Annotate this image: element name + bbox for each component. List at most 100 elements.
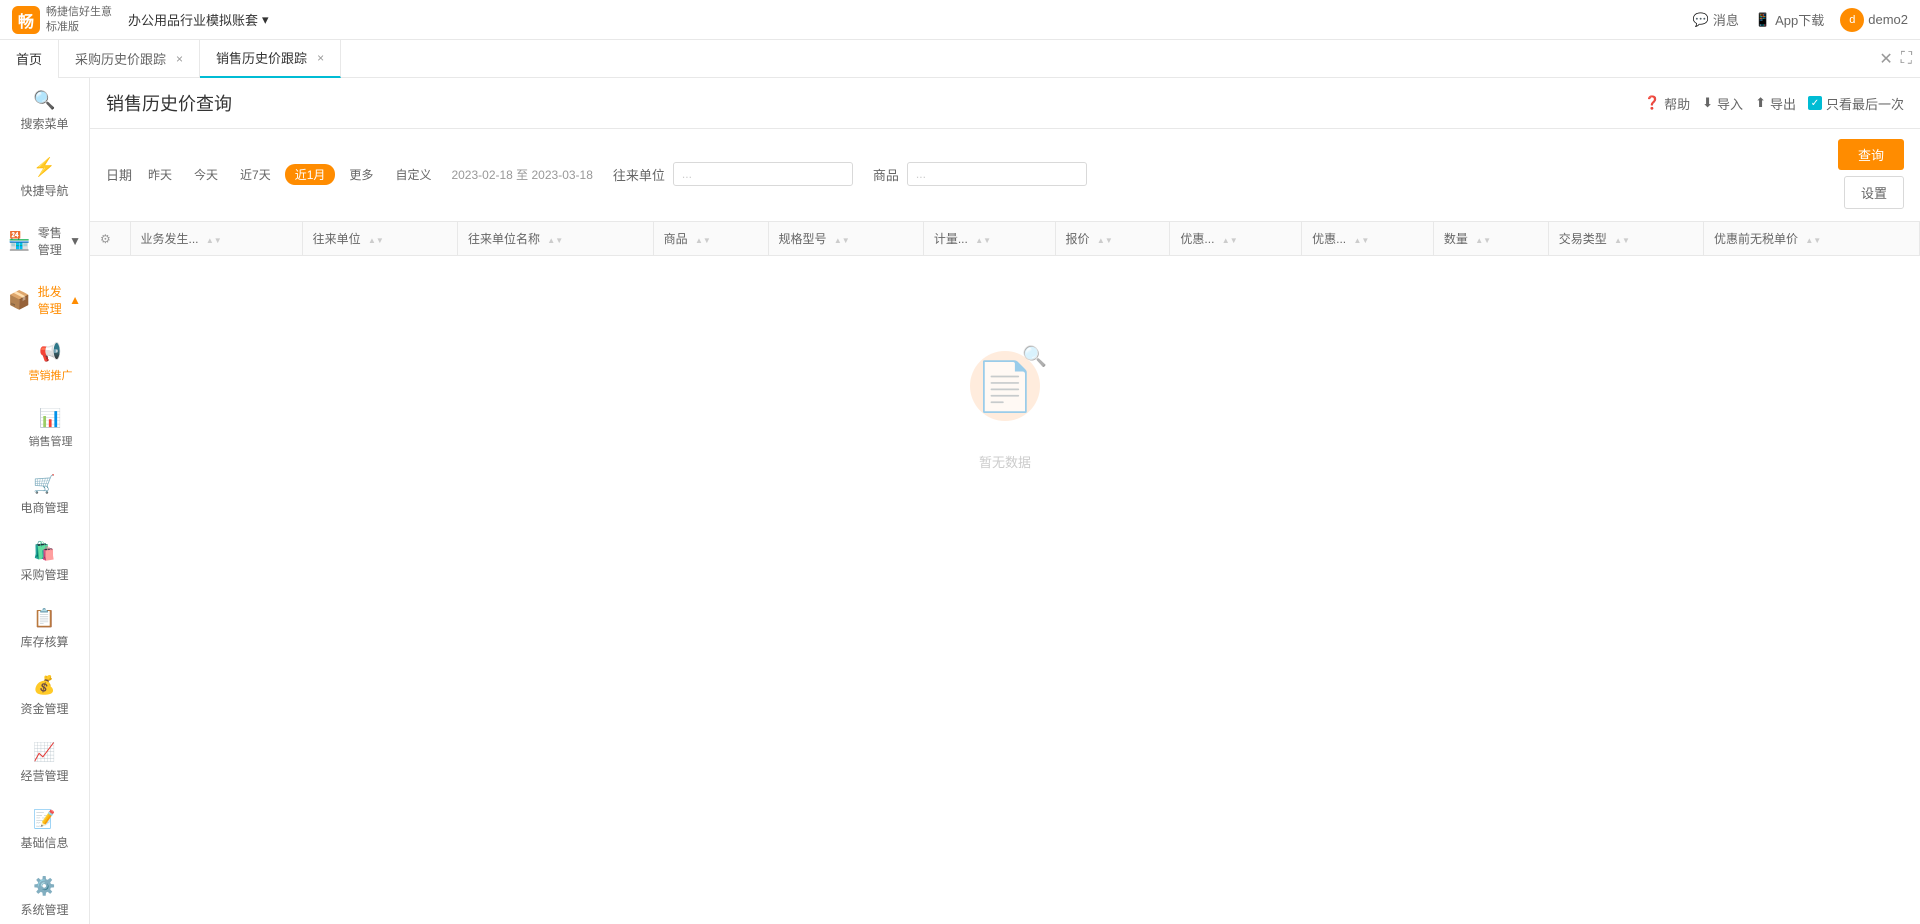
logo-area: 畅 畅捷信好生意 标准版: [12, 5, 112, 34]
col-goods[interactable]: 商品 ▲▼: [653, 222, 768, 256]
tab-home[interactable]: 首页: [0, 40, 59, 78]
close-sales-tab-btn[interactable]: ×: [317, 51, 324, 65]
sort-arrows-trade-type: ▲▼: [1614, 237, 1630, 245]
tab-bar-controls: ✕ ⛶: [1879, 49, 1920, 69]
close-purchase-tab-btn[interactable]: ×: [176, 52, 183, 66]
sidebar-item-inventory[interactable]: 📋 库存核算: [0, 596, 89, 663]
sidebar: 🔍 搜索菜单 ⚡ 快捷导航 🏪 零售管理 ▼ 📦 批发管理 ▲ 📢 营销推广 📊…: [0, 78, 90, 924]
page-title-row: 销售历史价查询 ❓ 帮助 ⬇ 导入 ⬆ 导出 ✓: [106, 90, 1904, 116]
tab-bar: 首页 采购历史价跟踪 × 销售历史价跟踪 × ✕ ⛶: [0, 40, 1920, 78]
only-last-checkbox-group: ✓ 只看最后一次: [1808, 94, 1904, 113]
sidebar-item-quick-nav[interactable]: ⚡ 快捷导航: [0, 145, 89, 212]
goods-label: 商品: [873, 165, 899, 184]
col-settings: ⚙: [90, 222, 130, 256]
expand-tab-btn[interactable]: ⛶: [1901, 50, 1912, 68]
sort-arrows-client-code: ▲▼: [368, 237, 384, 245]
user-menu[interactable]: d demo2: [1840, 8, 1908, 32]
table-wrapper: ⚙ 业务发生... ▲▼ 往来单位 ▲▼ 往来单位名称 ▲▼: [90, 222, 1920, 924]
table-header: ⚙ 业务发生... ▲▼ 往来单位 ▲▼ 往来单位名称 ▲▼: [90, 222, 1920, 256]
empty-text: 暂无数据: [979, 452, 1031, 471]
sort-arrows-unit: ▲▼: [975, 237, 991, 245]
tab-sales-history[interactable]: 销售历史价跟踪 ×: [200, 40, 341, 78]
message-btn[interactable]: 💬 消息: [1693, 10, 1739, 29]
chevron-up-icon: ▲: [69, 293, 81, 307]
system-icon: ⚙️: [33, 876, 55, 897]
sidebar-item-marketing[interactable]: 📢 营销推广: [0, 330, 89, 396]
sidebar-item-basic-info[interactable]: 📝 基础信息: [0, 797, 89, 864]
app-download-btn[interactable]: 📱 App下载: [1755, 10, 1824, 29]
export-icon: ⬆: [1755, 95, 1766, 111]
goods-input[interactable]: ...: [907, 162, 1087, 186]
marketing-icon: 📢: [39, 342, 61, 363]
sidebar-item-system[interactable]: ⚙️ 系统管理: [0, 864, 89, 924]
page-header: 销售历史价查询 ❓ 帮助 ⬇ 导入 ⬆ 导出 ✓: [90, 78, 1920, 129]
sort-arrows-spec: ▲▼: [834, 237, 850, 245]
main-layout: 🔍 搜索菜单 ⚡ 快捷导航 🏪 零售管理 ▼ 📦 批发管理 ▲ 📢 营销推广 📊…: [0, 78, 1920, 924]
sidebar-item-finance[interactable]: 💰 资金管理: [0, 663, 89, 730]
goods-filter-group: 商品 ...: [873, 162, 1087, 186]
col-discount2[interactable]: 优惠... ▲▼: [1302, 222, 1434, 256]
col-unit[interactable]: 计量... ▲▼: [923, 222, 1055, 256]
goods-input-value: ...: [916, 167, 926, 181]
help-icon: ❓: [1644, 95, 1660, 111]
date-btn-custom[interactable]: 自定义: [387, 164, 439, 185]
import-btn[interactable]: ⬇ 导入: [1702, 94, 1743, 113]
col-client-code[interactable]: 往来单位 ▲▼: [302, 222, 457, 256]
help-btn[interactable]: ❓ 帮助: [1644, 94, 1690, 113]
sidebar-item-retail-mgmt[interactable]: 🏪 零售管理 ▼: [0, 212, 89, 271]
col-trade-type[interactable]: 交易类型 ▲▼: [1548, 222, 1703, 256]
filter-row: 日期 昨天 今天 近7天 近1月 更多 自定义 2023-02-18 至 202…: [106, 139, 1904, 209]
sort-arrows-goods: ▲▼: [695, 237, 711, 245]
operations-icon: 📈: [33, 742, 55, 763]
top-bar-right: 💬 消息 📱 App下载 d demo2: [1693, 8, 1908, 32]
top-bar: 畅 畅捷信好生意 标准版 办公用品行业模拟账套 ▾ 💬 消息 📱 App下载 d…: [0, 0, 1920, 40]
col-qty[interactable]: 数量 ▲▼: [1433, 222, 1548, 256]
ecommerce-icon: 🛒: [33, 474, 55, 495]
col-quote[interactable]: 报价 ▲▼: [1055, 222, 1170, 256]
sort-arrows-discount2: ▲▼: [1354, 237, 1370, 245]
date-options: 昨天 今天 近7天 近1月 更多 自定义: [140, 164, 439, 185]
data-table: ⚙ 业务发生... ▲▼ 往来单位 ▲▼ 往来单位名称 ▲▼: [90, 222, 1920, 256]
sidebar-item-purchase[interactable]: 🛍️ 采购管理: [0, 529, 89, 596]
top-bar-left: 畅 畅捷信好生意 标准版 办公用品行业模拟账套 ▾: [12, 5, 277, 34]
date-btn-7days[interactable]: 近7天: [232, 164, 279, 185]
message-icon: 💬: [1693, 12, 1709, 28]
date-range-display: 2023-02-18 至 2023-03-18: [451, 166, 592, 183]
col-spec[interactable]: 规格型号 ▲▼: [768, 222, 923, 256]
tab-purchase-history[interactable]: 采购历史价跟踪 ×: [59, 40, 200, 78]
purchase-icon: 🛍️: [33, 541, 55, 562]
date-btn-more[interactable]: 更多: [341, 164, 381, 185]
sort-arrows-client-name: ▲▼: [547, 237, 563, 245]
sidebar-item-search-menu[interactable]: 🔍 搜索菜单: [0, 78, 89, 145]
only-last-checkbox[interactable]: ✓: [1808, 96, 1822, 110]
sidebar-item-sales-mgmt[interactable]: 📊 销售管理: [0, 396, 89, 462]
gear-icon[interactable]: ⚙: [100, 232, 111, 246]
app-selector[interactable]: 办公用品行业模拟账套 ▾: [120, 10, 277, 29]
date-btn-today[interactable]: 今天: [186, 164, 226, 185]
sort-arrows-discount1: ▲▼: [1222, 237, 1238, 245]
logo-text: 畅捷信好生意 标准版: [46, 5, 112, 34]
wholesale-icon: 📦: [8, 290, 30, 311]
export-btn[interactable]: ⬆ 导出: [1755, 94, 1796, 113]
col-discount1[interactable]: 优惠... ▲▼: [1170, 222, 1302, 256]
download-icon: 📱: [1755, 12, 1771, 28]
client-input[interactable]: ...: [673, 162, 853, 186]
finance-icon: 💰: [33, 675, 55, 696]
col-biz-date[interactable]: 业务发生... ▲▼: [130, 222, 302, 256]
col-client-name[interactable]: 往来单位名称 ▲▼: [457, 222, 653, 256]
query-btn[interactable]: 查询: [1838, 139, 1904, 170]
date-btn-1month[interactable]: 近1月: [285, 164, 336, 185]
settings-btn[interactable]: 设置: [1844, 176, 1904, 209]
sidebar-item-wholesale-mgmt[interactable]: 📦 批发管理 ▲: [0, 271, 89, 330]
content-area: 销售历史价查询 ❓ 帮助 ⬇ 导入 ⬆ 导出 ✓: [90, 78, 1920, 924]
sidebar-item-operations[interactable]: 📈 经营管理: [0, 730, 89, 797]
sidebar-item-ecommerce[interactable]: 🛒 电商管理: [0, 462, 89, 529]
date-btn-yesterday[interactable]: 昨天: [140, 164, 180, 185]
avatar: d: [1840, 8, 1864, 32]
date-filter-group: 日期 昨天 今天 近7天 近1月 更多 自定义 2023-02-18 至 202…: [106, 164, 593, 185]
close-all-tabs-btn[interactable]: ✕: [1879, 49, 1892, 69]
sort-arrows-biz-date: ▲▼: [206, 237, 222, 245]
chevron-down-icon: ▼: [69, 234, 81, 248]
col-pre-tax-price[interactable]: 优惠前无税单价 ▲▼: [1704, 222, 1920, 256]
logo-icon: 畅: [12, 6, 40, 34]
